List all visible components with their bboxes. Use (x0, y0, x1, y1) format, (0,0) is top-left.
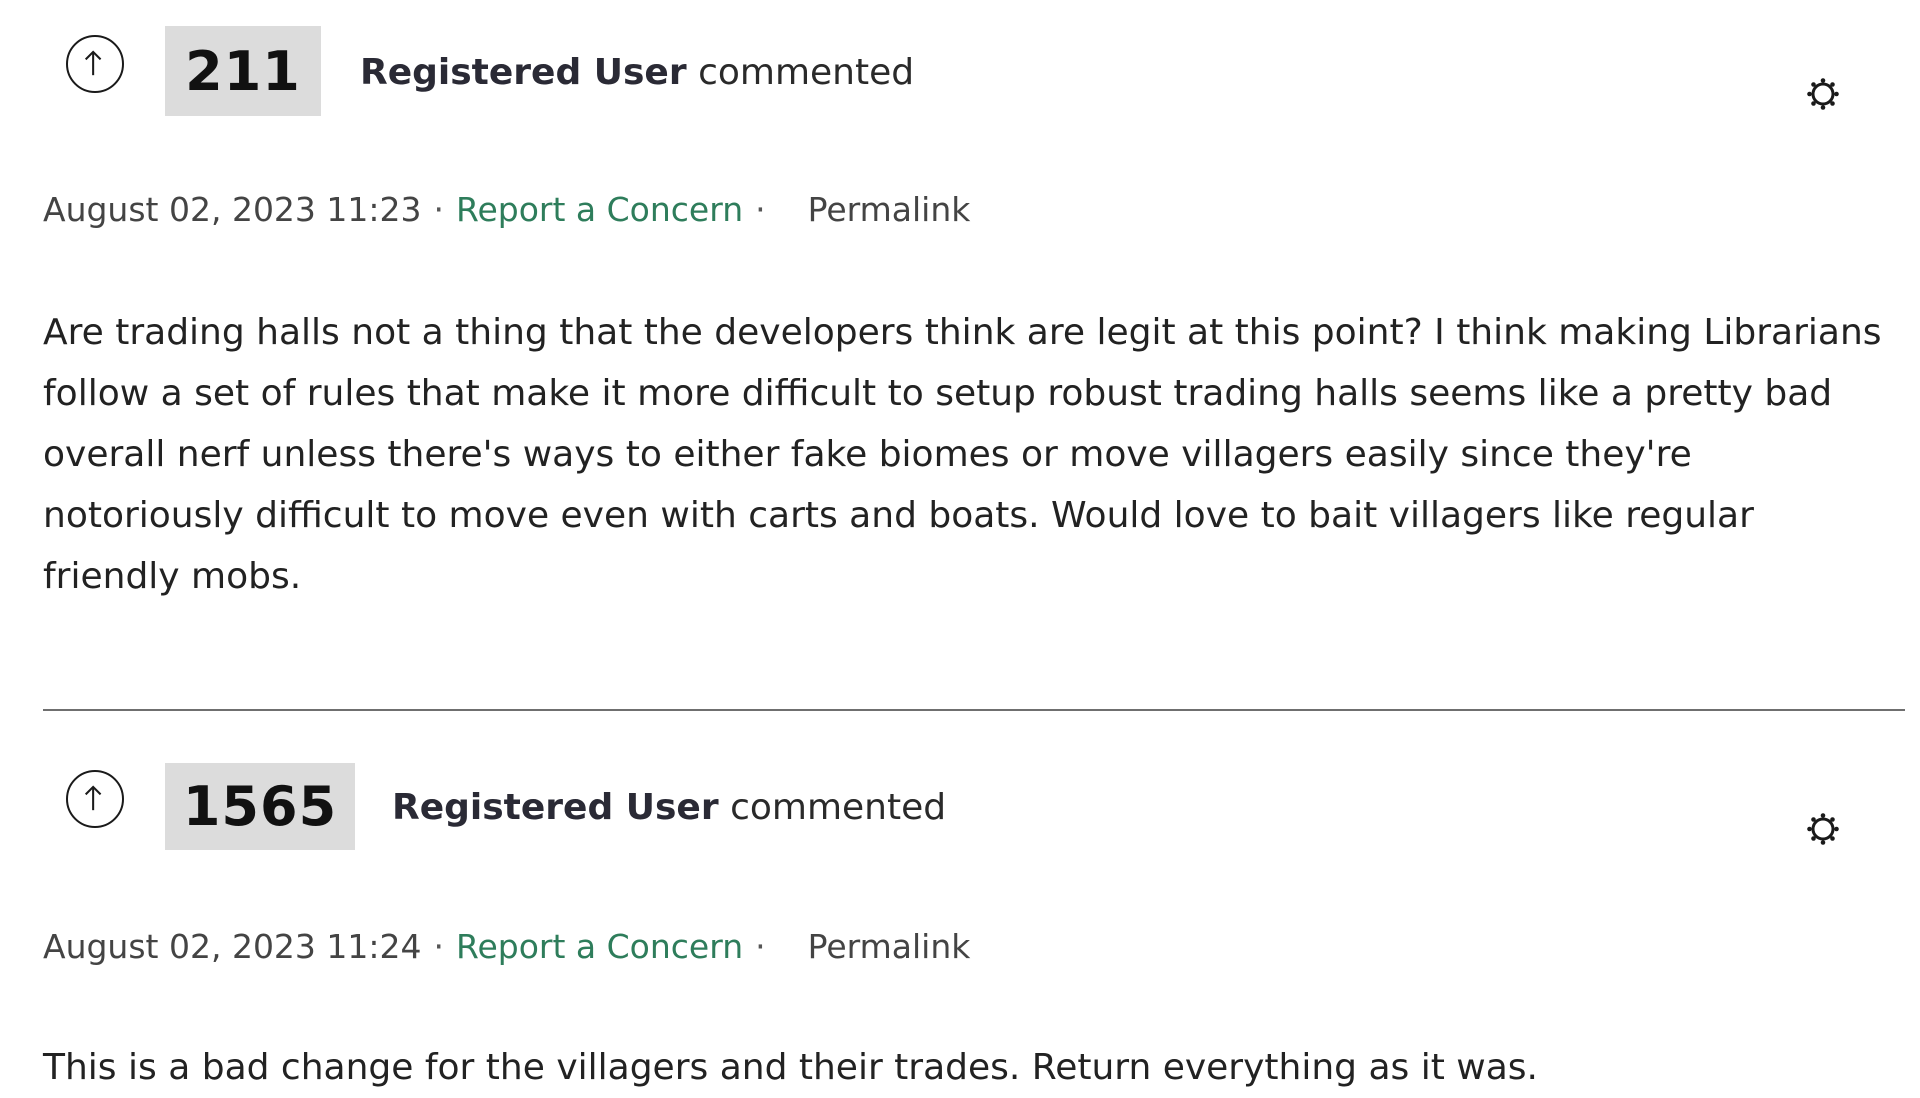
comment-timestamp: August 02, 2023 11:23 (43, 190, 422, 229)
permalink-link[interactable]: Permalink (808, 190, 971, 229)
author-name: Registered User (360, 52, 687, 93)
comment-header: Registered User commented (392, 787, 946, 828)
gear-icon[interactable] (1806, 77, 1840, 111)
comment: 211 Registered User commented August 02,… (0, 0, 1920, 700)
arrow-up-icon (84, 50, 102, 76)
comment: 1565 Registered User commented August 02… (0, 735, 1920, 1088)
separator: · (755, 190, 766, 229)
gear-icon[interactable] (1806, 812, 1840, 846)
separator: · (433, 190, 445, 229)
comment-action: commented (730, 787, 947, 828)
arrow-up-icon (84, 785, 102, 811)
comment-action: commented (698, 52, 915, 93)
author-name: Registered User (392, 787, 719, 828)
separator: · (433, 927, 445, 966)
upvote-button[interactable] (66, 35, 124, 93)
comment-header: Registered User commented (360, 52, 914, 93)
comment-meta: August 02, 2023 11:23 · Report a Concern… (43, 190, 970, 229)
comment-timestamp: August 02, 2023 11:24 (43, 927, 422, 966)
vote-count: 1565 (165, 763, 355, 850)
separator: · (755, 927, 766, 966)
report-concern-link[interactable]: Report a Concern (456, 927, 743, 966)
report-concern-link[interactable]: Report a Concern (456, 190, 743, 229)
comment-body: This is a bad change for the villagers a… (43, 1047, 1538, 1088)
comment-body: Are trading halls not a thing that the d… (43, 312, 1882, 597)
permalink-link[interactable]: Permalink (808, 927, 971, 966)
comment-divider (43, 709, 1905, 711)
upvote-button[interactable] (66, 770, 124, 828)
comment-meta: August 02, 2023 11:24 · Report a Concern… (43, 927, 970, 966)
vote-count: 211 (165, 26, 321, 116)
